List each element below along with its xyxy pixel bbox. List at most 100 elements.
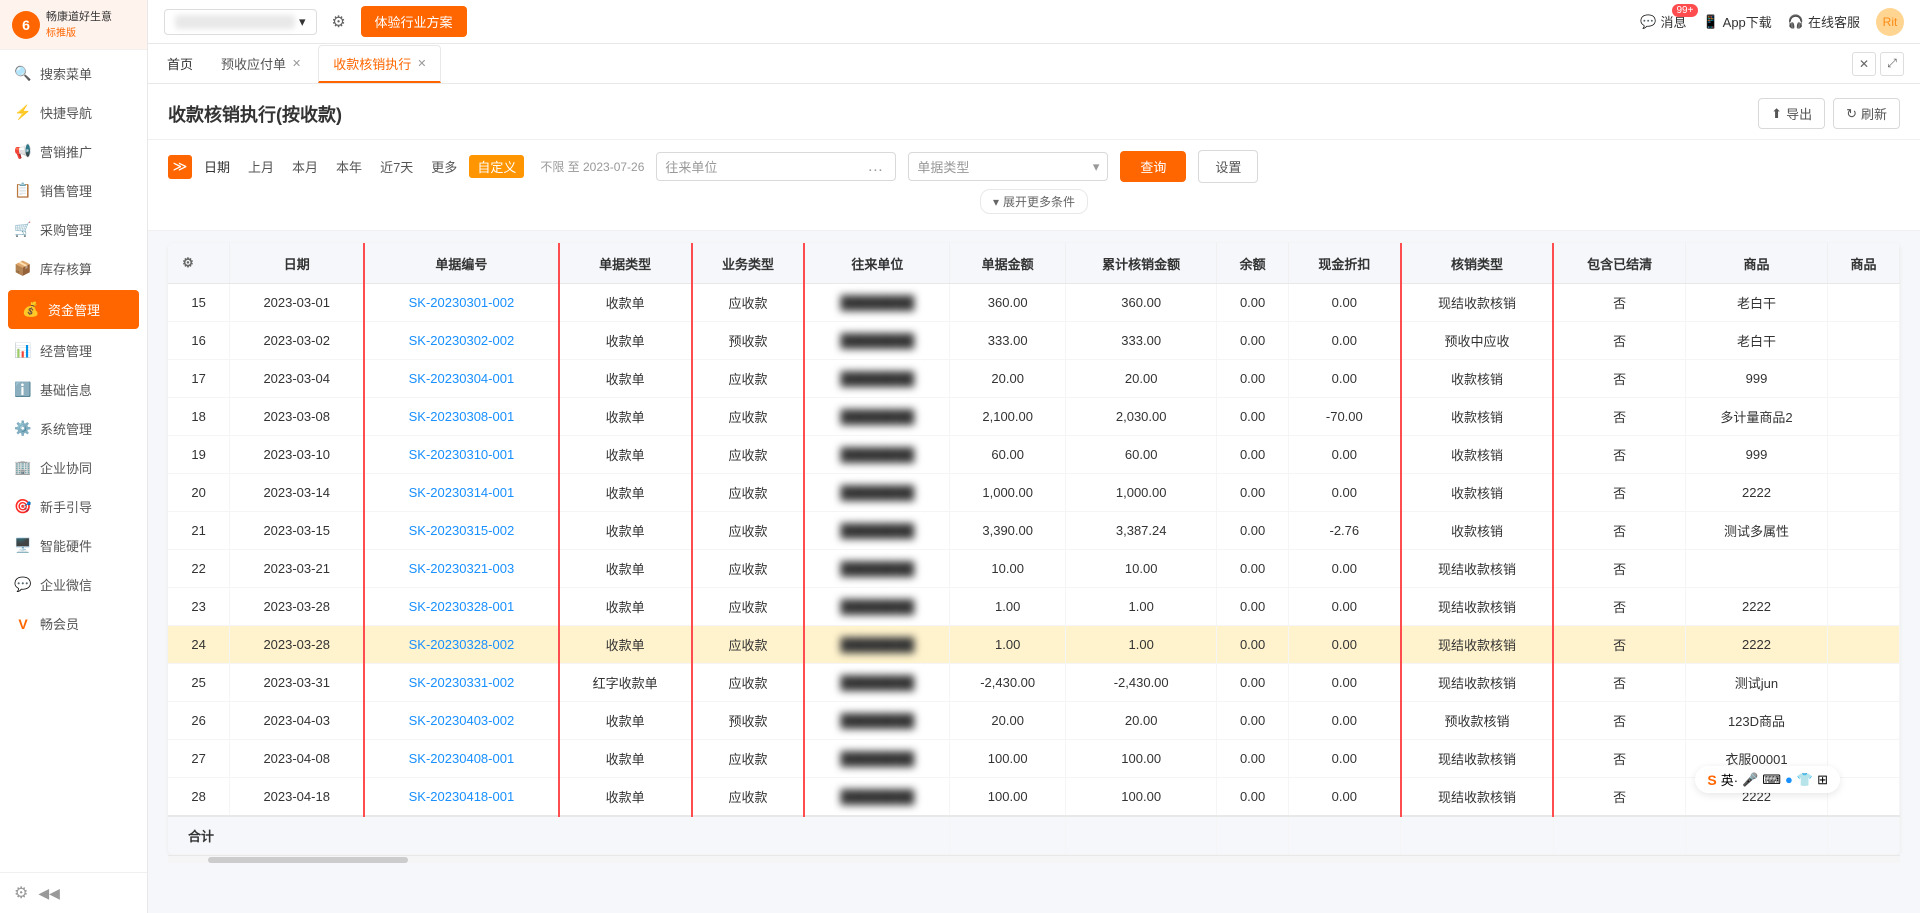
- counterpart-field[interactable]: [721, 159, 859, 174]
- col-settings[interactable]: ⚙: [168, 243, 230, 284]
- tab-collection-close-icon[interactable]: ✕: [417, 57, 426, 70]
- company-dropdown[interactable]: ▾: [164, 9, 317, 35]
- bill-no-link[interactable]: SK-20230308-001: [409, 409, 515, 424]
- cell-biz-type: 应收款: [692, 778, 805, 817]
- cell-balance: 0.00: [1217, 284, 1289, 322]
- bill-no-link[interactable]: SK-20230315-002: [409, 523, 515, 538]
- gear-button[interactable]: ⚙: [325, 8, 353, 36]
- query-button[interactable]: 查询: [1120, 151, 1186, 182]
- cell-no: 21: [168, 512, 230, 550]
- sidebar-item-hardware[interactable]: 🖥️ 智能硬件: [0, 526, 147, 565]
- app-download-button[interactable]: 📱 App下载: [1702, 12, 1771, 31]
- bill-no-link[interactable]: SK-20230301-002: [409, 295, 515, 310]
- col-goods2: 商品: [1828, 243, 1900, 284]
- sidebar-item-finance[interactable]: 💰 资金管理: [8, 290, 139, 329]
- table-row[interactable]: 15 2023-03-01 SK-20230301-002 收款单 应收款 ██…: [168, 284, 1900, 322]
- table-row[interactable]: 17 2023-03-04 SK-20230304-001 收款单 应收款 ██…: [168, 360, 1900, 398]
- tab-maximize-button[interactable]: ⤢: [1880, 52, 1904, 76]
- bill-no-link[interactable]: SK-20230310-001: [409, 447, 515, 462]
- date-opt-7days[interactable]: 近7天: [374, 155, 419, 178]
- counterpart-input[interactable]: 往来单位 …: [656, 152, 896, 181]
- sidebar-item-purchase[interactable]: 🛒 采购管理: [0, 210, 147, 249]
- receipt-type-select[interactable]: 单据类型 ▾: [908, 152, 1108, 181]
- cell-balance: 0.00: [1217, 702, 1289, 740]
- bill-no-link[interactable]: SK-20230304-001: [409, 371, 515, 386]
- cell-verified: 20.00: [1066, 702, 1217, 740]
- sidebar-item-member[interactable]: V 畅会员: [0, 604, 147, 643]
- scrollbar-thumb[interactable]: [208, 857, 408, 863]
- table-row[interactable]: 26 2023-04-03 SK-20230403-002 收款单 预收款 ██…: [168, 702, 1900, 740]
- settings-icon[interactable]: ⚙: [14, 883, 28, 903]
- date-opt-thismonth[interactable]: 本月: [286, 155, 324, 178]
- watermark-keyboard-icon[interactable]: ⌨: [1762, 772, 1781, 788]
- sidebar-item-operation[interactable]: 📊 经营管理: [0, 331, 147, 370]
- service-button[interactable]: 🎧 在线客服: [1788, 12, 1860, 31]
- watermark-mic-icon[interactable]: 🎤: [1742, 772, 1758, 788]
- table-row[interactable]: 16 2023-03-02 SK-20230302-002 收款单 预收款 ██…: [168, 322, 1900, 360]
- message-button[interactable]: 💬 消息 99+: [1640, 12, 1686, 31]
- table-row[interactable]: 18 2023-03-08 SK-20230308-001 收款单 应收款 ██…: [168, 398, 1900, 436]
- user-avatar[interactable]: Rit: [1876, 8, 1904, 36]
- date-opt-more[interactable]: 更多: [425, 155, 463, 178]
- bill-no-link[interactable]: SK-20230302-002: [409, 333, 515, 348]
- sidebar-item-inventory[interactable]: 📦 库存核算: [0, 249, 147, 288]
- bill-no-link[interactable]: SK-20230321-003: [409, 561, 515, 576]
- bill-no-link[interactable]: SK-20230418-001: [409, 789, 515, 804]
- sidebar-item-search[interactable]: 🔍 搜索菜单: [0, 54, 147, 93]
- sidebar-item-system[interactable]: ⚙️ 系统管理: [0, 409, 147, 448]
- bill-no-link[interactable]: SK-20230331-002: [409, 675, 515, 690]
- table-row[interactable]: 19 2023-03-10 SK-20230310-001 收款单 应收款 ██…: [168, 436, 1900, 474]
- solution-button[interactable]: 体验行业方案: [361, 6, 467, 37]
- date-opt-lastmonth[interactable]: 上月: [242, 155, 280, 178]
- tab-close-button[interactable]: ✕: [1852, 52, 1876, 76]
- cell-no: 23: [168, 588, 230, 626]
- cell-bill-no: SK-20230314-001: [364, 474, 559, 512]
- tab-collection[interactable]: 收款核销执行 ✕: [318, 45, 441, 83]
- sidebar-item-marketing[interactable]: 📢 营销推广: [0, 132, 147, 171]
- bill-no-link[interactable]: SK-20230408-001: [409, 751, 515, 766]
- horizontal-scrollbar[interactable]: [168, 855, 1900, 863]
- date-opt-thisyear[interactable]: 本年: [330, 155, 368, 178]
- table-row[interactable]: 24 2023-03-28 SK-20230328-002 收款单 应收款 ██…: [168, 626, 1900, 664]
- col-bill-no: 单据编号: [364, 243, 559, 284]
- tab-prepay-close-icon[interactable]: ✕: [292, 57, 301, 70]
- bill-no-link[interactable]: SK-20230403-002: [409, 713, 515, 728]
- date-opt-custom[interactable]: 自定义: [469, 155, 524, 178]
- table-row[interactable]: 25 2023-03-31 SK-20230331-002 红字收款单 应收款 …: [168, 664, 1900, 702]
- sidebar-item-wechat[interactable]: 💬 企业微信: [0, 565, 147, 604]
- bill-no-link[interactable]: SK-20230314-001: [409, 485, 515, 500]
- table-row[interactable]: 27 2023-04-08 SK-20230408-001 收款单 应收款 ██…: [168, 740, 1900, 778]
- table-row[interactable]: 23 2023-03-28 SK-20230328-001 收款单 应收款 ██…: [168, 588, 1900, 626]
- export-button[interactable]: ⬆ 导出: [1758, 98, 1825, 129]
- table-row[interactable]: 20 2023-03-14 SK-20230314-001 收款单 应收款 ██…: [168, 474, 1900, 512]
- tab-home[interactable]: 首页: [156, 45, 204, 82]
- cell-discount: 0.00: [1288, 322, 1400, 360]
- cell-bill-type: 收款单: [559, 588, 692, 626]
- inventory-icon: 📦: [14, 260, 32, 277]
- sidebar-item-sales[interactable]: 📋 销售管理: [0, 171, 147, 210]
- counterpart-dots[interactable]: …: [863, 158, 887, 176]
- settings-button[interactable]: 设置: [1198, 150, 1258, 183]
- sidebar-item-corp[interactable]: 🏢 企业协同: [0, 448, 147, 487]
- table-row[interactable]: 22 2023-03-21 SK-20230321-003 收款单 应收款 ██…: [168, 550, 1900, 588]
- sidebar-label-basic: 基础信息: [40, 380, 92, 399]
- sidebar-item-basic[interactable]: ℹ️ 基础信息: [0, 370, 147, 409]
- table-row[interactable]: 28 2023-04-18 SK-20230418-001 收款单 应收款 ██…: [168, 778, 1900, 817]
- table-row[interactable]: 21 2023-03-15 SK-20230315-002 收款单 应收款 ██…: [168, 512, 1900, 550]
- bill-no-link[interactable]: SK-20230328-002: [409, 637, 515, 652]
- select-arrow-icon: ▾: [1093, 159, 1100, 175]
- refresh-button[interactable]: ↻ 刷新: [1833, 98, 1900, 129]
- cell-discount: 0.00: [1288, 436, 1400, 474]
- bill-no-link[interactable]: SK-20230328-001: [409, 599, 515, 614]
- tab-prepay[interactable]: 预收应付单 ✕: [206, 45, 316, 82]
- watermark-blue-icon[interactable]: ●: [1785, 772, 1793, 787]
- cell-verify-type: 现结收款核销: [1401, 778, 1554, 817]
- expand-conditions-button[interactable]: ▾ 展开更多条件: [980, 189, 1088, 214]
- sidebar-item-quick[interactable]: ⚡ 快捷导航: [0, 93, 147, 132]
- collapse-icon[interactable]: ◀◀: [38, 885, 60, 902]
- cell-goods2: [1828, 626, 1900, 664]
- watermark-grid-icon[interactable]: ⊞: [1817, 772, 1828, 788]
- filter-toggle-button[interactable]: ≫: [168, 155, 192, 179]
- sidebar-item-newbie[interactable]: 🎯 新手引导: [0, 487, 147, 526]
- watermark-shirt-icon[interactable]: 👕: [1797, 772, 1813, 788]
